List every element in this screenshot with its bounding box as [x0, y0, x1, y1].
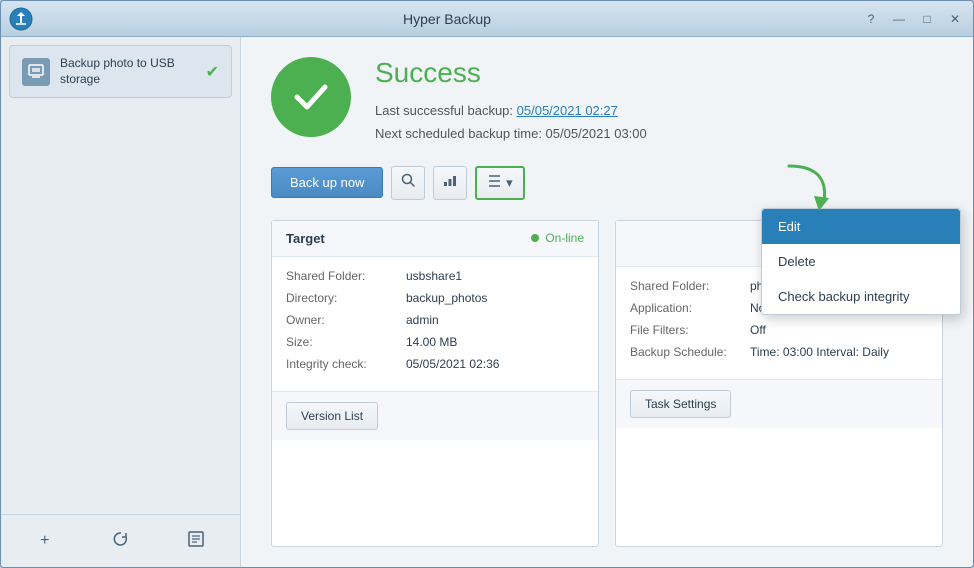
status-badge: On-line: [531, 231, 584, 245]
info-label: Owner:: [286, 313, 406, 327]
statistics-button[interactable]: [433, 166, 467, 200]
info-label: Backup Schedule:: [630, 345, 750, 359]
table-row: Directory: backup_photos: [286, 291, 584, 305]
more-options-button[interactable]: ▾: [475, 166, 525, 200]
info-value: 14.00 MB: [406, 335, 457, 349]
info-value: admin: [406, 313, 439, 327]
status-dot: [531, 234, 539, 242]
action-bar: Back up now: [271, 166, 943, 200]
target-panel-title: Target: [286, 231, 325, 246]
add-icon: +: [40, 532, 49, 550]
menu-item-delete[interactable]: Delete: [762, 244, 960, 279]
info-label: Size:: [286, 335, 406, 349]
minimize-button[interactable]: —: [889, 9, 909, 29]
arrow-annotation: [769, 156, 849, 219]
table-row: Shared Folder: usbshare1: [286, 269, 584, 283]
table-row: File Filters: Off: [630, 323, 928, 337]
search-icon: [400, 172, 416, 193]
info-label: Application:: [630, 301, 750, 315]
restore-button[interactable]: [85, 523, 157, 559]
sidebar-item-label: Backup photo to USB storage: [60, 56, 196, 87]
target-panel-footer: Version List: [272, 391, 598, 440]
app-window: Hyper Backup ? — □ ✕ Backup photo to USB…: [0, 0, 974, 568]
status-info: Success Last successful backup: 05/05/20…: [375, 57, 943, 146]
log-icon: [187, 530, 205, 553]
menu-lines-icon: [488, 174, 504, 191]
info-value: 05/05/2021 02:36: [406, 357, 499, 371]
log-button[interactable]: [160, 523, 232, 559]
window-title: Hyper Backup: [33, 11, 861, 27]
table-row: Backup Schedule: Time: 03:00 Interval: D…: [630, 345, 928, 359]
dropdown-menu: Edit Delete Check backup integrity: [761, 208, 961, 315]
info-value: Off: [750, 323, 766, 337]
sidebar-footer: +: [1, 514, 240, 567]
last-backup-link[interactable]: 05/05/2021 02:27: [517, 103, 618, 118]
browse-versions-button[interactable]: [391, 166, 425, 200]
help-button[interactable]: ?: [861, 9, 881, 29]
status-section: Success Last successful backup: 05/05/20…: [271, 57, 943, 146]
source-panel-footer: Task Settings: [616, 379, 942, 428]
status-label: On-line: [545, 231, 584, 245]
info-label: File Filters:: [630, 323, 750, 337]
info-label: Directory:: [286, 291, 406, 305]
info-value: backup_photos: [406, 291, 487, 305]
task-settings-button[interactable]: Task Settings: [630, 390, 731, 418]
table-row: Integrity check: 05/05/2021 02:36: [286, 357, 584, 371]
add-task-button[interactable]: +: [9, 523, 81, 559]
sidebar-item-backup[interactable]: Backup photo to USB storage ✔: [9, 45, 232, 98]
close-button[interactable]: ✕: [945, 9, 965, 29]
app-logo: [9, 7, 33, 31]
maximize-button[interactable]: □: [917, 9, 937, 29]
content-area: Backup photo to USB storage ✔ +: [1, 37, 973, 567]
info-value: Time: 03:00 Interval: Daily: [750, 345, 889, 359]
success-icon: [271, 57, 351, 137]
chart-icon: [442, 172, 458, 193]
window-controls: ? — □ ✕: [861, 9, 965, 29]
last-backup-info: Last successful backup: 05/05/2021 02:27: [375, 99, 943, 122]
backup-task-icon: [22, 58, 50, 86]
sidebar-item-status-icon: ✔: [206, 62, 219, 82]
main-content: Success Last successful backup: 05/05/20…: [241, 37, 973, 567]
next-backup-info: Next scheduled backup time: 05/05/2021 0…: [375, 122, 943, 145]
menu-item-check-integrity[interactable]: Check backup integrity: [762, 279, 960, 314]
backup-now-button[interactable]: Back up now: [271, 167, 383, 198]
target-panel-body: Shared Folder: usbshare1 Directory: back…: [272, 257, 598, 391]
restore-icon: [112, 530, 130, 553]
info-value: usbshare1: [406, 269, 462, 283]
status-title: Success: [375, 57, 943, 89]
target-panel-header: Target On-line: [272, 221, 598, 257]
chevron-down-icon: ▾: [506, 175, 513, 191]
target-panel: Target On-line Shared Folder: usbshare1 …: [271, 220, 599, 547]
table-row: Owner: admin: [286, 313, 584, 327]
sidebar: Backup photo to USB storage ✔ +: [1, 37, 241, 567]
table-row: Size: 14.00 MB: [286, 335, 584, 349]
info-label: Shared Folder:: [630, 279, 750, 293]
version-list-button[interactable]: Version List: [286, 402, 378, 430]
info-label: Integrity check:: [286, 357, 406, 371]
titlebar: Hyper Backup ? — □ ✕: [1, 1, 973, 37]
last-backup-label: Last successful backup:: [375, 103, 517, 118]
info-label: Shared Folder:: [286, 269, 406, 283]
